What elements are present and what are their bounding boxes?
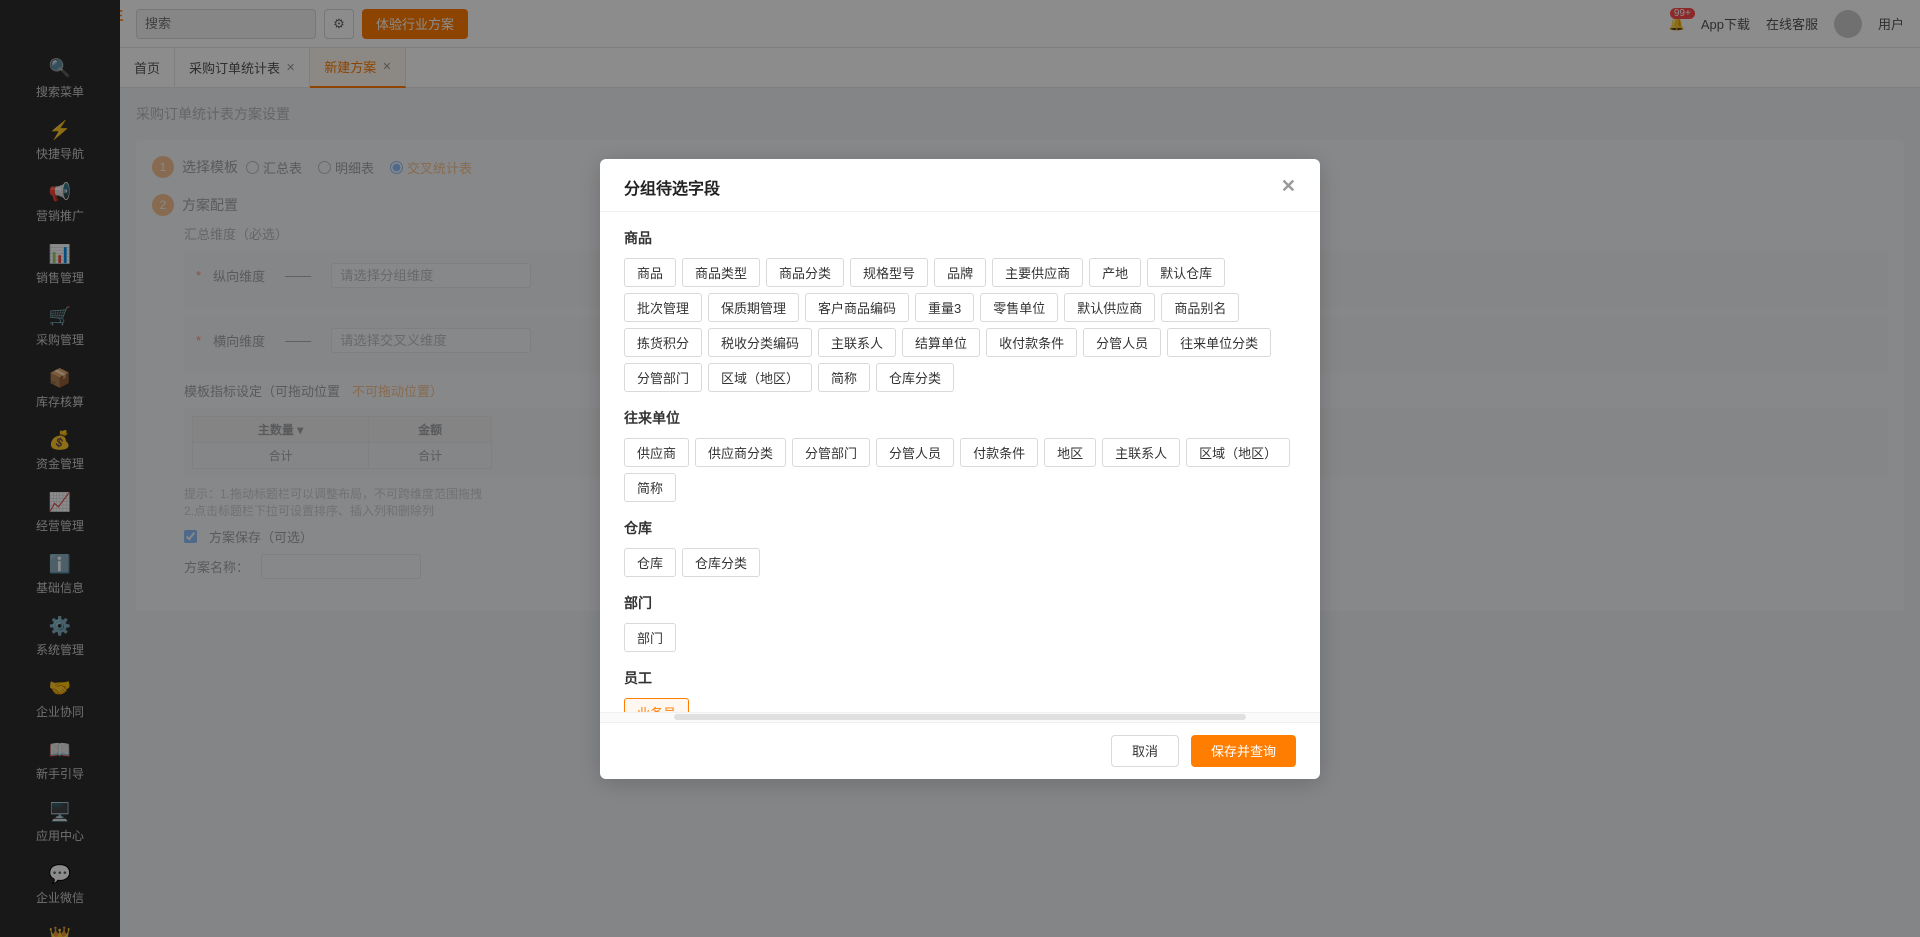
section-employee-title: 员工 [624, 668, 1296, 688]
tag-settlement-unit[interactable]: 结算单位 [902, 328, 980, 357]
tag-brand[interactable]: 品牌 [934, 258, 986, 287]
section-product-tags: 商品 商品类型 商品分类 规格型号 品牌 主要供应商 产地 默认仓库 批次管理 … [624, 258, 1296, 392]
tag-default-supplier[interactable]: 默认供应商 [1064, 293, 1155, 322]
section-warehouse-tags: 仓库 仓库分类 [624, 548, 1296, 577]
section-department-tags: 部门 [624, 623, 1296, 652]
section-warehouse-title: 仓库 [624, 518, 1296, 538]
modal-body: 商品 商品 商品类型 商品分类 规格型号 品牌 主要供应商 产地 默认仓库 批次… [600, 212, 1320, 713]
section-partner: 往来单位 供应商 供应商分类 分管部门 分管人员 付款条件 地区 主联系人 区域… [624, 408, 1296, 502]
modal-overlay: 分组待选字段 ✕ 商品 商品 商品类型 商品分类 规格型号 品牌 主要供应商 产… [0, 0, 1920, 937]
tag-product-alias[interactable]: 商品别名 [1161, 293, 1239, 322]
tag-default-warehouse[interactable]: 默认仓库 [1147, 258, 1225, 287]
tag-partner-dept[interactable]: 分管部门 [792, 438, 870, 467]
tag-related-category[interactable]: 往来单位分类 [1167, 328, 1271, 357]
tag-payment-cond[interactable]: 付款条件 [960, 438, 1038, 467]
tag-main-contact[interactable]: 主联系人 [818, 328, 896, 357]
tag-region-partner[interactable]: 区域（地区） [1186, 438, 1290, 467]
section-partner-title: 往来单位 [624, 408, 1296, 428]
tag-spec-model[interactable]: 规格型号 [850, 258, 928, 287]
modal-footer: 取消 保存并查询 [600, 722, 1320, 779]
tag-tax-code[interactable]: 税收分类编码 [708, 328, 812, 357]
section-department: 部门 部门 [624, 593, 1296, 652]
modal-header: 分组待选字段 ✕ [600, 159, 1320, 212]
section-department-title: 部门 [624, 593, 1296, 613]
tag-warehouse-category[interactable]: 仓库分类 [682, 548, 760, 577]
section-product: 商品 商品 商品类型 商品分类 规格型号 品牌 主要供应商 产地 默认仓库 批次… [624, 228, 1296, 392]
tag-warehouse[interactable]: 仓库 [624, 548, 676, 577]
tag-quality-mgmt[interactable]: 保质期管理 [708, 293, 799, 322]
modal-title: 分组待选字段 [624, 175, 720, 199]
hscroll-thumb[interactable] [674, 714, 1247, 720]
tag-abbr-partner[interactable]: 简称 [624, 473, 676, 502]
tag-department[interactable]: 部门 [624, 623, 676, 652]
section-employee-tags: 业务员 [624, 698, 1296, 713]
tag-origin[interactable]: 产地 [1089, 258, 1141, 287]
section-employee: 员工 业务员 [624, 668, 1296, 713]
tag-partner-contact[interactable]: 主联系人 [1102, 438, 1180, 467]
tag-customer-code[interactable]: 客户商品编码 [805, 293, 909, 322]
tag-area[interactable]: 地区 [1044, 438, 1096, 467]
tag-abbr-product[interactable]: 简称 [818, 363, 870, 392]
tag-payment-terms[interactable]: 收付款条件 [986, 328, 1077, 357]
section-product-title: 商品 [624, 228, 1296, 248]
section-partner-tags: 供应商 供应商分类 分管部门 分管人员 付款条件 地区 主联系人 区域（地区） … [624, 438, 1296, 502]
tag-region-product[interactable]: 区域（地区） [708, 363, 812, 392]
modal-hscrollbar[interactable] [600, 712, 1320, 721]
section-warehouse: 仓库 仓库 仓库分类 [624, 518, 1296, 577]
tag-supplier-category[interactable]: 供应商分类 [695, 438, 786, 467]
tag-product-type[interactable]: 商品类型 [682, 258, 760, 287]
tag-partner-staff[interactable]: 分管人员 [876, 438, 954, 467]
tag-admin-staff[interactable]: 分管人员 [1083, 328, 1161, 357]
tag-warehouse-cat[interactable]: 仓库分类 [876, 363, 954, 392]
cancel-button[interactable]: 取消 [1111, 735, 1179, 767]
tag-batch-mgmt[interactable]: 批次管理 [624, 293, 702, 322]
field-selection-modal: 分组待选字段 ✕ 商品 商品 商品类型 商品分类 规格型号 品牌 主要供应商 产… [600, 159, 1320, 779]
tag-salesperson[interactable]: 业务员 [624, 698, 689, 713]
tag-supplier[interactable]: 供应商 [624, 438, 689, 467]
confirm-button[interactable]: 保存并查询 [1191, 735, 1296, 767]
tag-pick-points[interactable]: 拣货积分 [624, 328, 702, 357]
modal-close-btn[interactable]: ✕ [1281, 176, 1296, 197]
tag-product-category[interactable]: 商品分类 [766, 258, 844, 287]
tag-admin-dept[interactable]: 分管部门 [624, 363, 702, 392]
tag-product[interactable]: 商品 [624, 258, 676, 287]
tag-weight[interactable]: 重量3 [915, 293, 974, 322]
tag-retail-unit[interactable]: 零售单位 [980, 293, 1058, 322]
tag-main-supplier[interactable]: 主要供应商 [992, 258, 1083, 287]
